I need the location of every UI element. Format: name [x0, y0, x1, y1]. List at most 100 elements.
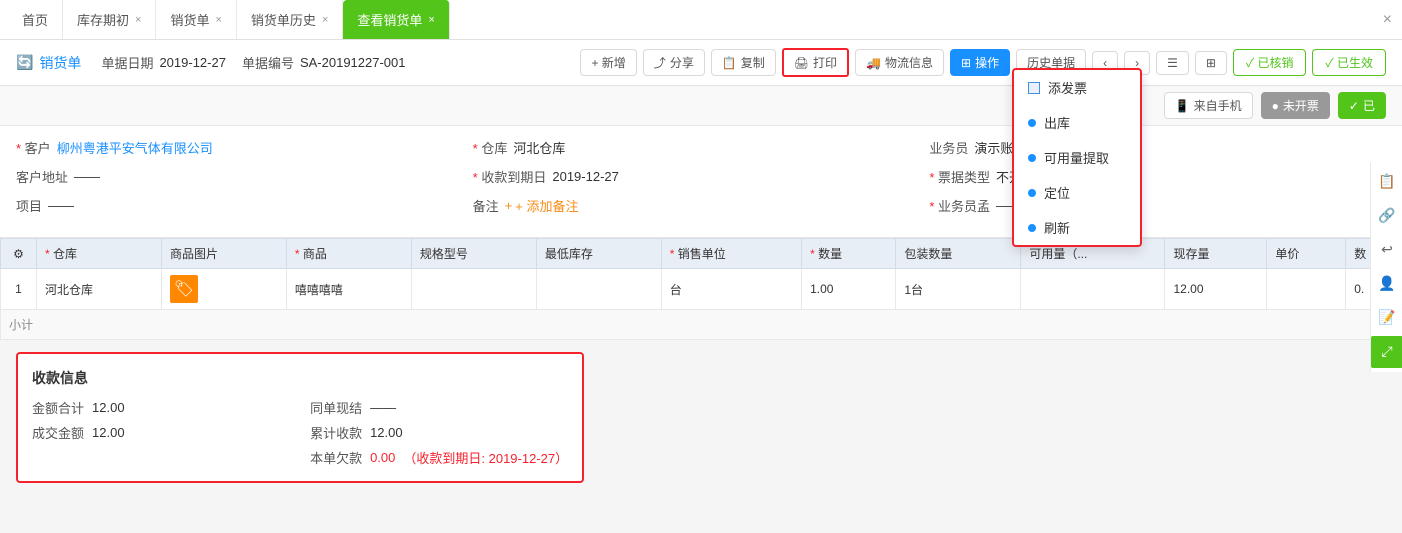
close-icon-inventory[interactable]: ×	[135, 14, 141, 26]
payment-date-value: 2019-12-27	[552, 169, 619, 184]
copy-button[interactable]: 📋 复制	[711, 49, 776, 76]
effective-button[interactable]: ✓ 已生效	[1312, 49, 1386, 76]
dropdown-refresh[interactable]: 刷新	[1014, 210, 1140, 245]
document-header: 🔄 销货单 单据日期 2019-12-27 单据编号 SA-20191227-0…	[0, 40, 1402, 86]
customer-label: 客户	[16, 138, 51, 157]
warehouse-group: 仓库 河北仓库	[473, 138, 930, 157]
sidebar-link-icon[interactable]: 🔗	[1371, 200, 1402, 232]
operations-button[interactable]: ⊞ 操作	[950, 49, 1010, 76]
tab-home[interactable]: 首页	[8, 0, 63, 39]
add-note-button[interactable]: + + 添加备注	[505, 196, 579, 215]
row-image: 🏷	[161, 269, 286, 310]
close-icon-history[interactable]: ×	[322, 14, 328, 26]
copy-icon: 📋	[722, 56, 737, 70]
sidebar-expand-icon[interactable]: ⤢	[1371, 336, 1402, 368]
sidebar-edit-icon[interactable]: 📝	[1371, 302, 1402, 334]
table-header: ⚙ 仓库 商品图片 商品 规格型号 最低库存 销售单位 数量 包装数量 可用量（…	[1, 239, 1402, 269]
form-area: 客户 柳州粤港平安气体有限公司 仓库 河北仓库 业务员 演示账号 客户地址 ——…	[0, 126, 1402, 238]
list-view-button[interactable]: ☰	[1156, 51, 1189, 75]
grid-view-button[interactable]: ⊞	[1195, 51, 1227, 75]
tab-bar: 首页 库存期初 × 销货单 × 销货单历史 × 查看销货单 × ×	[0, 0, 1402, 40]
col-image: 商品图片	[161, 239, 286, 269]
dot-icon	[1028, 119, 1036, 127]
invoice-label: 票据类型	[929, 167, 990, 186]
row-min-stock	[536, 269, 661, 310]
dropdown-outbound[interactable]: 出库	[1014, 105, 1140, 140]
salesperson-label: 业务员孟	[929, 196, 990, 215]
row-warehouse: 河北仓库	[37, 269, 162, 310]
total-item: 金额合计 12.00	[32, 398, 290, 417]
plus-icon: +	[505, 198, 513, 213]
address-label: 客户地址	[16, 167, 68, 186]
dot-icon-3	[1028, 189, 1036, 197]
table-row: 1 河北仓库 🏷 嘻嘻嘻嘻 台 1.00 1台 12.00 0.	[1, 269, 1402, 310]
table-body: 1 河北仓库 🏷 嘻嘻嘻嘻 台 1.00 1台 12.00 0. 小计	[1, 269, 1402, 340]
sidebar-user-icon[interactable]: 👤	[1371, 268, 1402, 300]
col-price: 单价	[1267, 239, 1346, 269]
print-button[interactable]: 🖨 打印	[782, 48, 849, 77]
col-product: 商品	[286, 239, 411, 269]
share-icon: ⤴	[654, 54, 666, 71]
close-icon-view[interactable]: ×	[428, 14, 434, 26]
sidebar-return-icon[interactable]: ↩	[1371, 234, 1402, 266]
address-value: ——	[74, 169, 100, 184]
operator-label: 业务员	[929, 138, 968, 157]
tab-inventory-init[interactable]: 库存期初 ×	[63, 0, 156, 39]
col-pack-qty: 包装数量	[896, 239, 1021, 269]
confirm-button[interactable]: ✓ 已	[1338, 92, 1386, 119]
phone-icon: 📱	[1175, 99, 1190, 113]
tab-sales-history[interactable]: 销货单历史 ×	[237, 0, 343, 39]
operator-group: 业务员 演示账号	[929, 138, 1386, 157]
doc-title: 🔄 销货单	[16, 53, 81, 73]
salesperson-group: 业务员孟 ——	[929, 196, 1386, 215]
row-product: 嘻嘻嘻嘻	[286, 269, 411, 310]
dot-icon-2	[1028, 154, 1036, 162]
from-phone-button[interactable]: 📱 来自手机	[1164, 92, 1253, 119]
transaction-label: 成交金额	[32, 423, 84, 442]
payment-grid: 金额合计 12.00 同单现结 —— 成交金额 12.00 累计收款 12.00…	[32, 398, 568, 467]
not-open-button[interactable]: ● 未开票	[1261, 92, 1330, 119]
print-icon: 🖨	[794, 56, 809, 70]
doc-meta: 单据日期 2019-12-27 单据编号 SA-20191227-001	[101, 53, 405, 72]
total-label: 金额合计	[32, 398, 84, 417]
project-group: 项目 ——	[16, 196, 473, 215]
grid-icon: ⊞	[961, 56, 971, 70]
col-stock: 现存量	[1165, 239, 1267, 269]
checked-button[interactable]: ✓ 已核销	[1233, 49, 1307, 76]
close-button[interactable]: ×	[1383, 11, 1392, 29]
payment-section: 收款信息 金额合计 12.00 同单现结 —— 成交金额 12.00 累计收款 …	[16, 352, 584, 483]
doc-actions: + 新增 ⤴ 分享 📋 复制 🖨 打印 🚚 物流信息 ⊞ 操作 历史单据 ‹	[580, 48, 1386, 77]
tab-view-sales-order[interactable]: 查看销货单 ×	[343, 0, 449, 39]
total-value: 12.00	[92, 400, 125, 415]
col-min-stock: 最低库存	[536, 239, 661, 269]
doc-date-item: 单据日期 2019-12-27	[101, 53, 226, 72]
arrears-label: 本单欠款	[310, 448, 362, 467]
sales-order-icon: 🔄	[16, 54, 33, 71]
row-pack-qty: 1台	[896, 269, 1021, 310]
col-settings[interactable]: ⚙	[1, 239, 37, 269]
row-qty: 1.00	[802, 269, 896, 310]
customer-value[interactable]: 柳州粤港平安气体有限公司	[57, 138, 213, 157]
form-row-2: 客户地址 —— 收款到期日 2019-12-27 票据类型 不开票	[16, 167, 1386, 186]
project-value: ——	[48, 198, 74, 213]
col-unit: 销售单位	[661, 239, 801, 269]
form-row-1: 客户 柳州粤港平安气体有限公司 仓库 河北仓库 业务员 演示账号	[16, 138, 1386, 157]
logistics-button[interactable]: 🚚 物流信息	[855, 49, 944, 76]
project-label: 项目	[16, 196, 42, 215]
subtotal-label: 小计	[1, 310, 1402, 340]
same-order-value: ——	[370, 400, 396, 415]
tab-sales-order[interactable]: 销货单 ×	[156, 0, 236, 39]
close-icon-sales[interactable]: ×	[215, 14, 221, 26]
payment-title: 收款信息	[32, 368, 568, 388]
sidebar-clipboard-icon[interactable]: 📋	[1371, 166, 1402, 198]
same-order-item: 同单现结 ——	[310, 398, 568, 417]
cumulative-item: 累计收款 12.00	[310, 423, 568, 442]
dropdown-locate[interactable]: 定位	[1014, 175, 1140, 210]
note-group: 备注 + + 添加备注	[473, 196, 930, 215]
dropdown-menu: 添发票 出库 可用量提取 定位 刷新	[1012, 68, 1142, 247]
dropdown-available-qty[interactable]: 可用量提取	[1014, 140, 1140, 175]
warehouse-label: 仓库	[473, 138, 508, 157]
dropdown-add-invoice[interactable]: 添发票	[1014, 70, 1140, 105]
new-button[interactable]: + 新增	[580, 49, 636, 76]
share-button[interactable]: ⤴ 分享	[643, 49, 705, 76]
